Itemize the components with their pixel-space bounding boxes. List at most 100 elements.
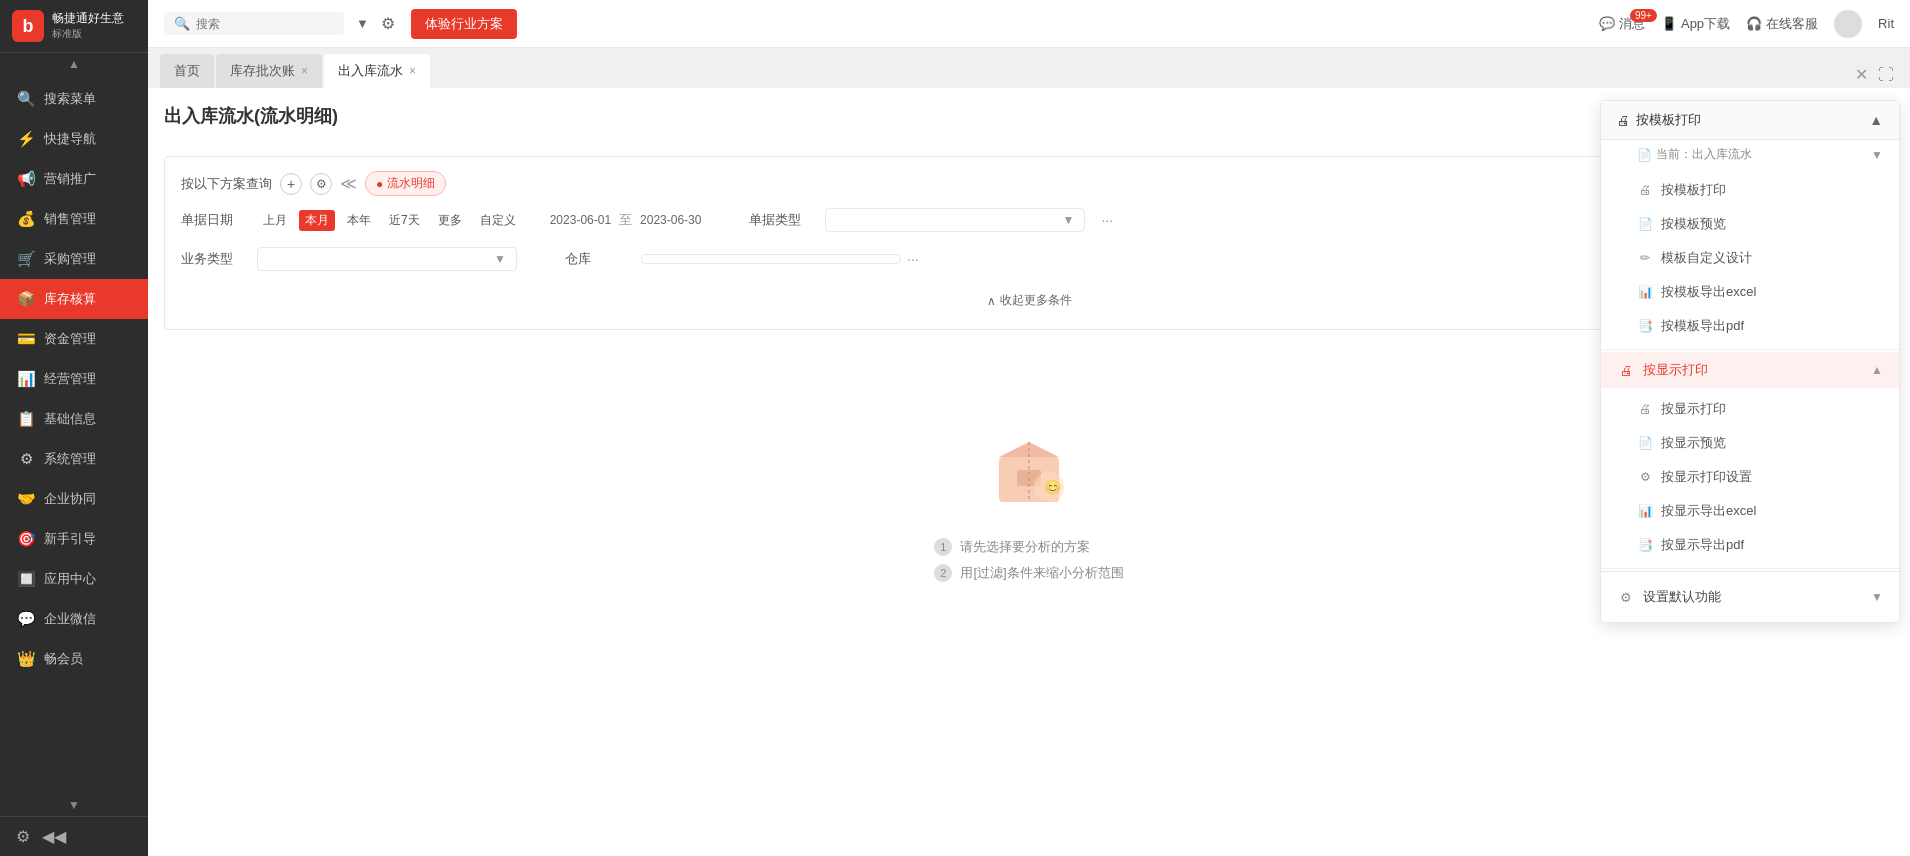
industry-btn[interactable]: 体验行业方案 — [411, 9, 517, 39]
msg-icon: 💬 — [1599, 16, 1615, 31]
topbar-app[interactable]: 📱 App下载 — [1661, 15, 1730, 33]
topbar-service[interactable]: 🎧 在线客服 — [1746, 15, 1818, 33]
topbar-search-icon: 🔍 — [174, 16, 190, 31]
date-tab-this-year[interactable]: 本年 — [341, 210, 377, 231]
warehouse-field-label: 仓库 — [565, 250, 625, 268]
service-icon: 🎧 — [1746, 16, 1762, 31]
display-print-icon: 🖨 — [1637, 401, 1653, 417]
sidebar-scroll-up[interactable]: ▲ — [0, 53, 148, 75]
tab-home-label: 首页 — [174, 62, 200, 80]
dropdown-display-section-header[interactable]: 🖨 按显示打印 ▲ — [1601, 352, 1899, 388]
business-select[interactable]: ▼ — [257, 247, 517, 271]
sidebar-item-search[interactable]: 🔍 搜索菜单 — [0, 79, 148, 119]
sidebar-item-marketing[interactable]: 📢 营销推广 — [0, 159, 148, 199]
tab-flow-label: 出入库流水 — [338, 62, 403, 80]
tabbar-expand-btn[interactable]: ⛶ — [1874, 62, 1898, 88]
app-label: App下载 — [1681, 15, 1730, 33]
topbar-avatar[interactable] — [1834, 10, 1862, 38]
filter-chip-icon: ● — [376, 177, 383, 191]
basic-icon: 📋 — [16, 409, 36, 429]
dropdown-item-template-pdf[interactable]: 📑 按模板导出pdf — [1601, 309, 1899, 343]
sidebar-item-operation[interactable]: 📊 经营管理 — [0, 359, 148, 399]
sidebar-item-appcenter[interactable]: 🔲 应用中心 — [0, 559, 148, 599]
type-select[interactable]: ▼ — [825, 208, 1085, 232]
topbar-settings-icon[interactable]: ⚙ — [381, 14, 395, 33]
tab-home[interactable]: 首页 — [160, 54, 214, 88]
collapse-sidebar-icon[interactable]: ◀◀ — [42, 827, 66, 846]
display-pdf-icon: 📑 — [1637, 537, 1653, 553]
filter-settings-btn[interactable]: ⚙ — [310, 173, 332, 195]
quick-nav-icon: ⚡ — [16, 129, 36, 149]
date-range-start[interactable]: 2023-06-01 — [550, 213, 611, 227]
topbar-search-box[interactable]: 🔍 — [164, 12, 344, 35]
sidebar-item-system[interactable]: ⚙ 系统管理 — [0, 439, 148, 479]
finance-icon: 💳 — [16, 329, 36, 349]
guide-icon: 🎯 — [16, 529, 36, 549]
tab-batch-close[interactable]: × — [301, 65, 308, 77]
sidebar-item-wechat[interactable]: 💬 企业微信 — [0, 599, 148, 639]
sidebar-item-quick-nav[interactable]: ⚡ 快捷导航 — [0, 119, 148, 159]
dropdown-current-label: 📄 当前：出入库流水 ▼ — [1601, 140, 1899, 169]
filter-add-btn[interactable]: + — [280, 173, 302, 195]
tabbar-close-btn[interactable]: ✕ — [1851, 61, 1872, 88]
app-name: 畅捷通好生意 — [52, 11, 124, 27]
dropdown-item-display-pdf[interactable]: 📑 按显示导出pdf — [1601, 528, 1899, 562]
date-tab-custom[interactable]: 自定义 — [474, 210, 522, 231]
filter-collapse-btn[interactable]: ≪ — [340, 174, 357, 193]
sidebar-item-basic[interactable]: 📋 基础信息 — [0, 399, 148, 439]
date-tab-last-month[interactable]: 上月 — [257, 210, 293, 231]
sidebar-item-enterprise[interactable]: 🤝 企业协同 — [0, 479, 148, 519]
template-pdf-icon: 📑 — [1637, 318, 1653, 334]
tip-text-2: 用[过滤]条件来缩小分析范围 — [960, 564, 1123, 582]
dropdown-item-display-settings[interactable]: ⚙ 按显示打印设置 — [1601, 460, 1899, 494]
date-tab-7days[interactable]: 近7天 — [383, 210, 426, 231]
date-tab-this-month[interactable]: 本月 — [299, 210, 335, 231]
type-select-arrow: ▼ — [1063, 213, 1075, 227]
empty-tip-2: 2 用[过滤]条件来缩小分析范围 — [934, 564, 1123, 582]
sidebar-item-guide[interactable]: 🎯 新手引导 — [0, 519, 148, 559]
dropdown-item-template-print[interactable]: 🖨 按模板打印 — [1601, 173, 1899, 207]
empty-illustration: 😊 — [979, 422, 1079, 522]
settings-bottom-icon[interactable]: ⚙ — [16, 827, 30, 846]
dropdown-template-section: 🖨 按模板打印 📄 按模板预览 ✏ 模板自定义设计 📊 按模板导出excel 📑… — [1601, 169, 1899, 347]
dropdown-item-template-excel[interactable]: 📊 按模板导出excel — [1601, 275, 1899, 309]
dropdown-panel-title: 🖨 按模板打印 — [1617, 111, 1701, 129]
collapse-arrow-icon: ∧ — [987, 294, 996, 308]
inventory-icon: 📦 — [16, 289, 36, 309]
filter-chip[interactable]: ● 流水明细 — [365, 171, 446, 196]
dropdown-panel-header: 🖨 按模板打印 ▲ — [1601, 101, 1899, 140]
date-range-end[interactable]: 2023-06-30 — [640, 213, 701, 227]
dropdown-item-template-custom[interactable]: ✏ 模板自定义设计 — [1601, 241, 1899, 275]
purchase-icon: 🛒 — [16, 249, 36, 269]
dropdown-panel-collapse[interactable]: ▲ — [1869, 112, 1883, 128]
wechat-icon: 💬 — [16, 609, 36, 629]
tab-flow-close[interactable]: × — [409, 65, 416, 77]
dropdown-footer-settings[interactable]: ⚙ 设置默认功能 ▼ — [1617, 580, 1883, 614]
sidebar-item-finance[interactable]: 💳 资金管理 — [0, 319, 148, 359]
tab-batch[interactable]: 库存批次账 × — [216, 54, 322, 88]
empty-tips: 1 请先选择要分析的方案 2 用[过滤]条件来缩小分析范围 — [934, 538, 1123, 582]
footer-settings-icon: ⚙ — [1617, 588, 1635, 606]
dropdown-item-template-preview[interactable]: 📄 按模板预览 — [1601, 207, 1899, 241]
topbar-dropdown-arrow[interactable]: ▼ — [356, 16, 369, 31]
search-input[interactable] — [196, 17, 316, 31]
warehouse-more-btn[interactable]: ··· — [907, 251, 919, 267]
date-tab-more[interactable]: 更多 — [432, 210, 468, 231]
sidebar-item-inventory[interactable]: 📦 库存核算 — [0, 279, 148, 319]
sidebar-scroll-down[interactable]: ▼ — [0, 794, 148, 816]
sidebar: b 畅捷通好生意 标准版 ▲ 🔍 搜索菜单 ⚡ 快捷导航 📢 营销推广 💰 销售… — [0, 0, 148, 856]
sidebar-item-member[interactable]: 👑 畅会员 — [0, 639, 148, 679]
dropdown-item-display-excel[interactable]: 📊 按显示导出excel — [1601, 494, 1899, 528]
appcenter-icon: 🔲 — [16, 569, 36, 589]
dropdown-item-display-preview[interactable]: 📄 按显示预览 — [1601, 426, 1899, 460]
dropdown-display-section: 🖨 按显示打印 📄 按显示预览 ⚙ 按显示打印设置 📊 按显示导出excel 📑… — [1601, 388, 1899, 566]
filter-label: 按以下方案查询 — [181, 175, 272, 193]
topbar-username[interactable]: Rit — [1878, 16, 1894, 31]
sidebar-item-sales[interactable]: 💰 销售管理 — [0, 199, 148, 239]
type-more-btn[interactable]: ··· — [1101, 212, 1113, 228]
tab-flow[interactable]: 出入库流水 × — [324, 54, 430, 88]
dropdown-item-display-print[interactable]: 🖨 按显示打印 — [1601, 392, 1899, 426]
sidebar-item-purchase[interactable]: 🛒 采购管理 — [0, 239, 148, 279]
topbar-msg[interactable]: 💬 消息 99+ — [1599, 15, 1645, 33]
warehouse-select[interactable] — [641, 254, 901, 264]
